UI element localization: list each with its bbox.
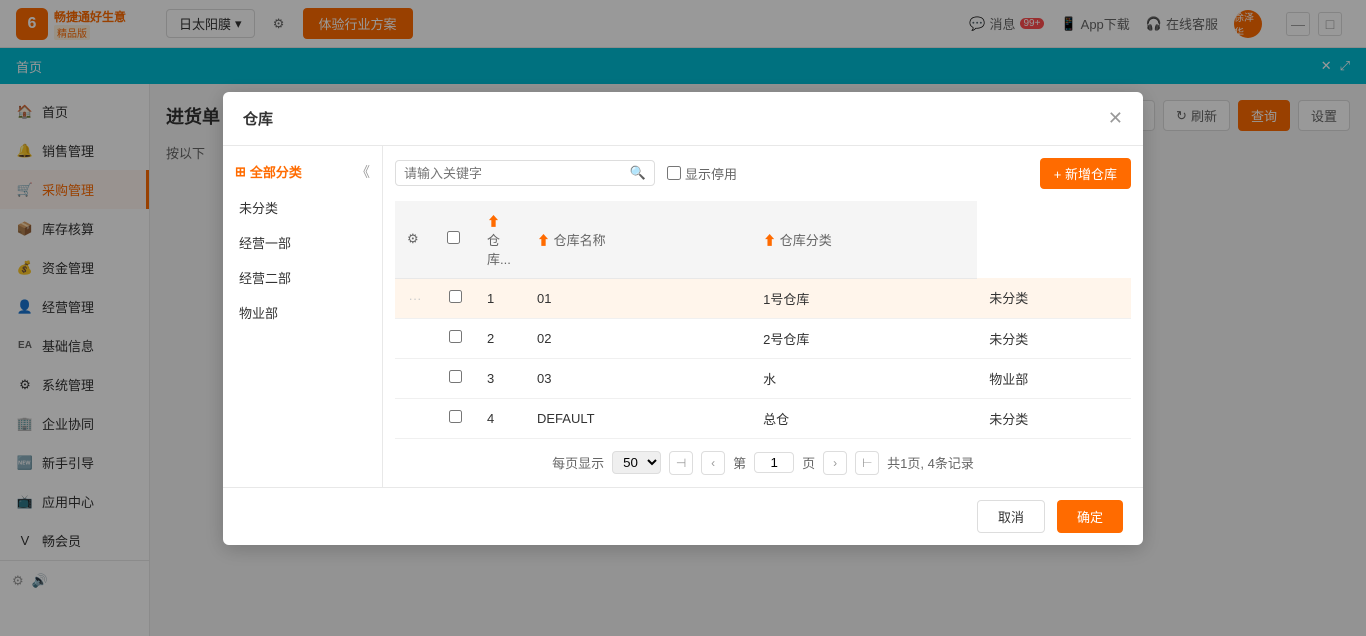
modal-close-button[interactable]: ✕ — [1108, 108, 1123, 129]
row-name: 总仓 — [751, 398, 977, 438]
last-page-button[interactable]: ⊢ — [855, 451, 879, 475]
warehouse-modal: 仓库 ✕ ⊞ 全部分类 《 未分类 经营一部 经营二部 物业部 — [223, 92, 1143, 545]
row-name: 水 — [751, 358, 977, 398]
category-item-3[interactable]: 物业部 — [223, 295, 382, 330]
collapse-button[interactable]: 《 — [356, 162, 370, 182]
category-panel: ⊞ 全部分类 《 未分类 经营一部 经营二部 物业部 — [223, 146, 383, 487]
modal-title: 仓库 — [243, 108, 273, 129]
sort-icon: ⬆ — [487, 214, 500, 229]
modal-toolbar: 🔍 显示停用 + 新增仓库 — [395, 158, 1131, 189]
row-code: DEFAULT — [525, 398, 751, 438]
row-code: 02 — [525, 318, 751, 358]
row-checkbox[interactable] — [435, 398, 475, 438]
sort-icon-name: ⬆ — [537, 233, 550, 248]
table-header: ⚙ ⬆ 仓库... ⬆ 仓库名称 — [395, 201, 1131, 279]
category-item-1[interactable]: 经营一部 — [223, 225, 382, 260]
th-settings[interactable]: ⚙ — [395, 201, 435, 279]
row-category: 未分类 — [977, 318, 1131, 358]
page-number-input[interactable] — [754, 452, 794, 473]
th-checkbox[interactable] — [435, 201, 475, 279]
table-settings-icon[interactable]: ⚙ — [407, 231, 419, 246]
th-num: ⬆ 仓库... — [475, 201, 525, 279]
row-checkbox[interactable] — [435, 358, 475, 398]
show-disabled-checkbox[interactable] — [667, 166, 681, 180]
row-checkbox[interactable] — [435, 278, 475, 318]
table-row[interactable]: ··· 1 01 1号仓库 未分类 — [395, 278, 1131, 318]
row-category: 未分类 — [977, 398, 1131, 438]
modal-header: 仓库 ✕ — [223, 92, 1143, 146]
row-category: 未分类 — [977, 278, 1131, 318]
select-all-checkbox[interactable] — [447, 231, 460, 244]
th-name: ⬆ 仓库名称 — [525, 201, 751, 279]
row-actions — [395, 358, 435, 398]
show-disabled-label: 显示停用 — [667, 164, 737, 183]
prev-page-button[interactable]: ‹ — [701, 451, 725, 475]
search-icon[interactable]: 🔍 — [630, 165, 646, 181]
add-warehouse-button[interactable]: + 新增仓库 — [1040, 158, 1131, 189]
search-wrap: 🔍 — [395, 160, 655, 186]
table-row[interactable]: 4 DEFAULT 总仓 未分类 — [395, 398, 1131, 438]
modal-body: ⊞ 全部分类 《 未分类 经营一部 经营二部 物业部 🔍 — [223, 146, 1143, 487]
row-num: 2 — [475, 318, 525, 358]
next-page-button[interactable]: › — [823, 451, 847, 475]
search-input[interactable] — [404, 166, 630, 181]
warehouse-table: ⚙ ⬆ 仓库... ⬆ 仓库名称 — [395, 201, 1131, 439]
category-title: ⊞ 全部分类 — [235, 162, 302, 181]
row-category: 物业部 — [977, 358, 1131, 398]
row-num: 1 — [475, 278, 525, 318]
cancel-button[interactable]: 取消 — [977, 500, 1045, 533]
category-header: ⊞ 全部分类 《 — [223, 154, 382, 190]
row-num: 3 — [475, 358, 525, 398]
table-row[interactable]: 3 03 水 物业部 — [395, 358, 1131, 398]
row-checkbox[interactable] — [435, 318, 475, 358]
row-name: 2号仓库 — [751, 318, 977, 358]
row-code: 01 — [525, 278, 751, 318]
page-size-select[interactable]: 50 — [612, 451, 661, 474]
table-row[interactable]: 2 02 2号仓库 未分类 — [395, 318, 1131, 358]
row-actions: ··· — [395, 278, 435, 318]
modal-overlay[interactable]: 仓库 ✕ ⊞ 全部分类 《 未分类 经营一部 经营二部 物业部 — [0, 0, 1366, 636]
row-actions — [395, 318, 435, 358]
row-actions — [395, 398, 435, 438]
modal-footer: 取消 确定 — [223, 487, 1143, 545]
sort-icon-cat: ⬆ — [763, 233, 776, 248]
row-code: 03 — [525, 358, 751, 398]
table-body: ··· 1 01 1号仓库 未分类 2 02 2号仓库 未分类 — [395, 278, 1131, 438]
pagination: 每页显示 50 ⊣ ‹ 第 页 › ⊢ 共1页, 4条记录 — [395, 451, 1131, 475]
row-name: 1号仓库 — [751, 278, 977, 318]
category-item-0[interactable]: 未分类 — [223, 190, 382, 225]
th-category: ⬆ 仓库分类 — [751, 201, 977, 279]
table-panel: 🔍 显示停用 + 新增仓库 ⚙ — [383, 146, 1143, 487]
category-item-2[interactable]: 经营二部 — [223, 260, 382, 295]
first-page-button[interactable]: ⊣ — [669, 451, 693, 475]
row-num: 4 — [475, 398, 525, 438]
confirm-button[interactable]: 确定 — [1057, 500, 1123, 533]
